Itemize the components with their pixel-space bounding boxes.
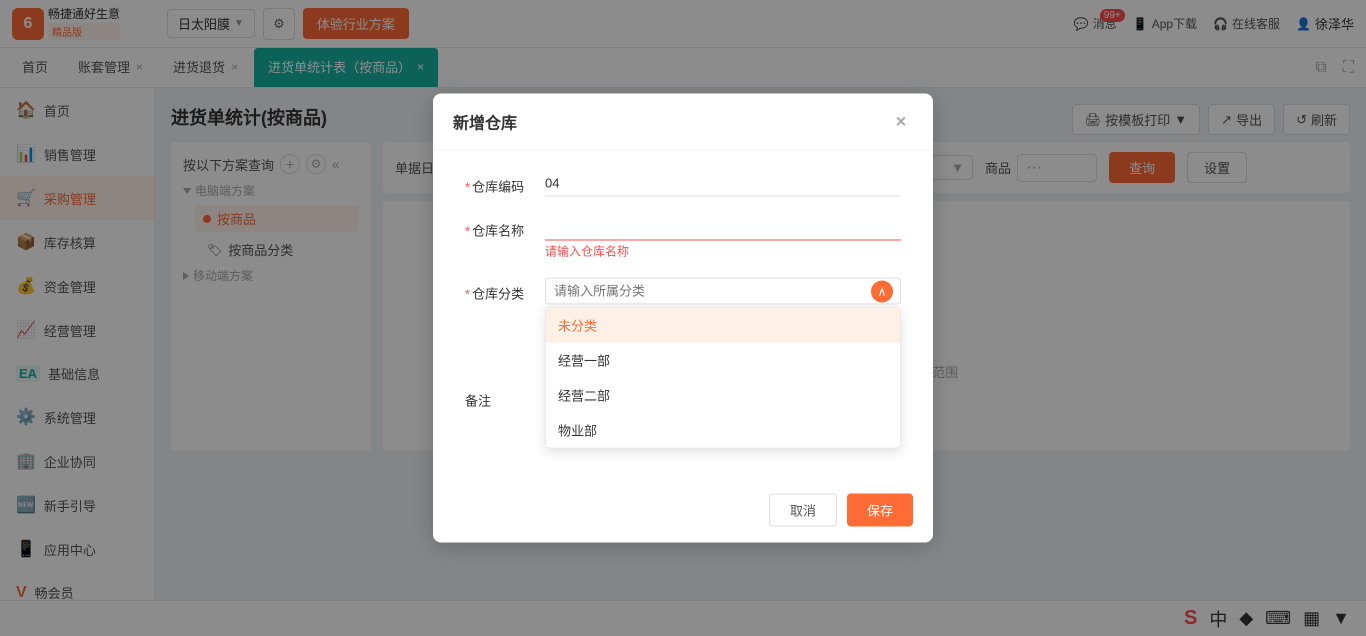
category-input[interactable]	[545, 278, 901, 305]
name-error-msg: 请输入仓库名称	[545, 243, 901, 260]
save-button[interactable]: 保存	[847, 494, 913, 527]
dropdown-item-property[interactable]: 物业部	[546, 413, 900, 448]
form-row-category: 仓库分类 ∧ 未分类 经营一部 经营二部 物业部	[465, 278, 901, 305]
code-label: 仓库编码	[465, 171, 545, 196]
form-row-name: 仓库名称 请输入仓库名称	[465, 215, 901, 260]
note-label: 备注	[465, 385, 545, 410]
category-select-wrapper: ∧	[545, 278, 901, 305]
category-arrow-icon[interactable]: ∧	[871, 280, 893, 302]
dialog-close-button[interactable]: ×	[889, 110, 913, 134]
dialog-title: 新增仓库	[453, 110, 517, 134]
code-input[interactable]	[545, 171, 901, 197]
code-control	[545, 171, 901, 197]
dialog-footer: 取消 保存	[433, 482, 933, 543]
dropdown-item-dept1[interactable]: 经营一部	[546, 343, 900, 378]
name-input[interactable]	[545, 215, 901, 241]
cancel-button[interactable]: 取消	[769, 494, 837, 527]
name-control: 请输入仓库名称	[545, 215, 901, 260]
dialog-header: 新增仓库 ×	[433, 94, 933, 151]
form-row-code: 仓库编码	[465, 171, 901, 197]
category-control: ∧ 未分类 经营一部 经营二部 物业部	[545, 278, 901, 305]
name-label: 仓库名称	[465, 215, 545, 240]
category-dropdown: 未分类 经营一部 经营二部 物业部	[545, 307, 901, 449]
dropdown-item-uncategorized[interactable]: 未分类	[546, 308, 900, 343]
category-label: 仓库分类	[465, 278, 545, 303]
new-warehouse-dialog: 新增仓库 × 仓库编码 仓库名称 请输入仓库名称 仓库分类 ∧	[433, 94, 933, 543]
dialog-body: 仓库编码 仓库名称 请输入仓库名称 仓库分类 ∧ 未分类	[433, 151, 933, 482]
dropdown-item-dept2[interactable]: 经营二部	[546, 378, 900, 413]
